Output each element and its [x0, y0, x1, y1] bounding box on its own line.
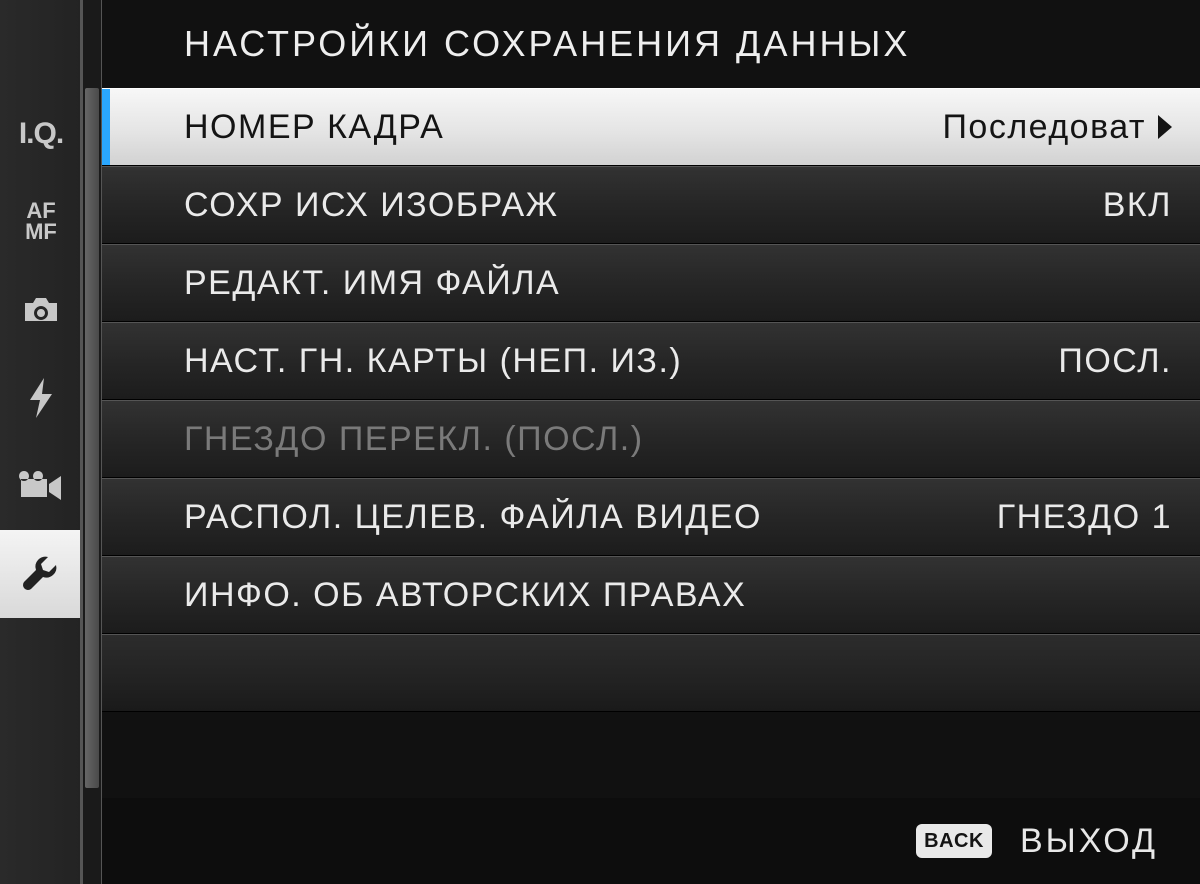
- tab-iq-label: I.Q.: [19, 117, 63, 151]
- tab-af-mf[interactable]: AF MF: [0, 178, 82, 266]
- menu-item-card-slot-setting[interactable]: НАСТ. ГН. КАРТЫ (НЕП. ИЗ.) ПОСЛ.: [102, 322, 1200, 400]
- tab-image-quality[interactable]: I.Q.: [0, 90, 82, 178]
- back-button[interactable]: BACK: [916, 824, 992, 858]
- menu-scroll-thumb[interactable]: [85, 88, 99, 788]
- wrench-icon: [21, 554, 61, 594]
- menu-item-label: ГНЕЗДО ПЕРЕКЛ. (ПОСЛ.): [184, 420, 1152, 459]
- menu-item-empty: [102, 634, 1200, 712]
- menu-scroll-track[interactable]: [82, 0, 102, 884]
- menu-item-label: РЕДАКТ. ИМЯ ФАЙЛА: [184, 264, 1152, 303]
- menu-item-label: НОМЕР КАДРА: [184, 108, 922, 147]
- tab-shooting[interactable]: [0, 266, 82, 354]
- menu-item-value: ГНЕЗДО 1: [997, 498, 1172, 537]
- menu-footer: BACK ВЫХОД: [102, 798, 1200, 884]
- menu-item-value: ВКЛ: [1103, 186, 1172, 225]
- tab-mf-label: MF: [25, 222, 57, 243]
- menu-item-label: СОХР ИСХ ИЗОБРАЖ: [184, 186, 1083, 225]
- tab-flash[interactable]: [0, 354, 82, 442]
- menu-item-edit-filename[interactable]: РЕДАКТ. ИМЯ ФАЙЛА: [102, 244, 1200, 322]
- chevron-right-icon: [1158, 115, 1172, 139]
- menu-item-video-file-dest[interactable]: РАСПОЛ. ЦЕЛЕВ. ФАЙЛА ВИДЕО ГНЕЗДО 1: [102, 478, 1200, 556]
- page-title: НАСТРОЙКИ СОХРАНЕНИЯ ДАННЫХ: [102, 0, 1200, 88]
- menu-item-label: РАСПОЛ. ЦЕЛЕВ. ФАЙЛА ВИДЕО: [184, 498, 977, 537]
- exit-label[interactable]: ВЫХОД: [1020, 822, 1158, 861]
- menu-item-save-original[interactable]: СОХР ИСХ ИЗОБРАЖ ВКЛ: [102, 166, 1200, 244]
- movie-camera-icon: [19, 471, 63, 501]
- menu-main-panel: НАСТРОЙКИ СОХРАНЕНИЯ ДАННЫХ НОМЕР КАДРА …: [102, 0, 1200, 884]
- menu-item-switch-slot: ГНЕЗДО ПЕРЕКЛ. (ПОСЛ.): [102, 400, 1200, 478]
- camera-icon: [21, 295, 61, 325]
- menu-tabstrip: I.Q. AF MF: [0, 0, 82, 884]
- menu-item-value: ПОСЛ.: [1058, 342, 1172, 381]
- menu-item-label: ИНФО. ОБ АВТОРСКИХ ПРАВАХ: [184, 576, 1152, 615]
- flash-icon: [28, 378, 54, 418]
- tab-movie[interactable]: [0, 442, 82, 530]
- menu-item-value: Последоват: [942, 108, 1146, 147]
- menu-item-label: НАСТ. ГН. КАРТЫ (НЕП. ИЗ.): [184, 342, 1038, 381]
- tab-setup[interactable]: [0, 530, 82, 618]
- menu-item-copyright-info[interactable]: ИНФО. ОБ АВТОРСКИХ ПРАВАХ: [102, 556, 1200, 634]
- camera-menu-screen: I.Q. AF MF: [0, 0, 1200, 884]
- menu-item-frame-number[interactable]: НОМЕР КАДРА Последоват: [102, 88, 1200, 166]
- menu-list: НОМЕР КАДРА Последоват СОХР ИСХ ИЗОБРАЖ …: [102, 88, 1200, 798]
